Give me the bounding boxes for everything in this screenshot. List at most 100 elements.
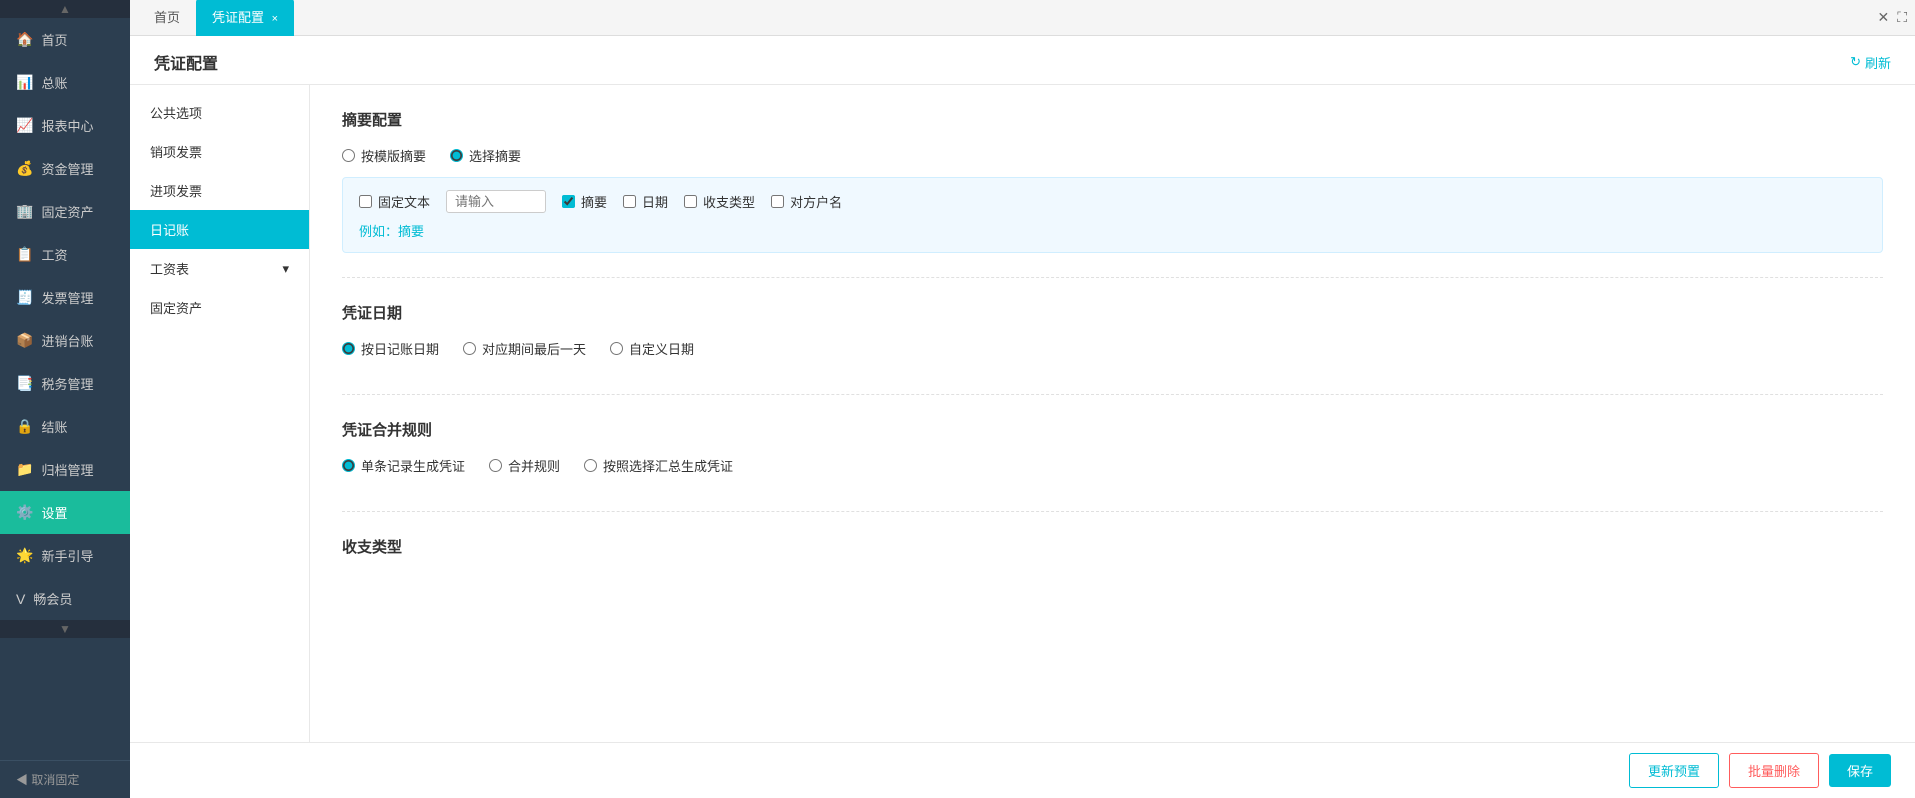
radio-last-day-input[interactable]: [463, 342, 476, 355]
ledger-icon: 📊: [16, 74, 33, 91]
summary-section: 摘要配置 按模版摘要 选择摘要 固定文本: [342, 109, 1883, 278]
example-text: 例如：摘要: [359, 221, 1866, 240]
checkbox-summary-input[interactable]: [562, 195, 575, 208]
member-icon: V: [16, 591, 25, 607]
sidebar-item-fund[interactable]: 💰 资金管理: [0, 147, 130, 190]
radio-single-input[interactable]: [342, 459, 355, 472]
radio-select-merge-input[interactable]: [584, 459, 597, 472]
summary-radio-group: 按模版摘要 选择摘要: [342, 146, 1883, 165]
merge-section: 凭证合并规则 单条记录生成凭证 合并规则 按照选择汇总生成凭证: [342, 419, 1883, 512]
sidebar-scroll-down[interactable]: ▼: [0, 620, 130, 638]
sidebar-item-guide[interactable]: 🌟 新手引导: [0, 534, 130, 577]
sidebar-item-settings[interactable]: ⚙️ 设置: [0, 491, 130, 534]
date-title: 凭证日期: [342, 302, 1883, 323]
checkbox-date[interactable]: 日期: [623, 192, 668, 211]
radio-select-summary-input[interactable]: [450, 149, 463, 162]
tab-close-icon[interactable]: ×: [272, 13, 278, 25]
right-content: 摘要配置 按模版摘要 选择摘要 固定文本: [310, 85, 1915, 742]
sidebar-item-payroll[interactable]: 📋 工资: [0, 233, 130, 276]
checkbox-fixed-text-input[interactable]: [359, 195, 372, 208]
purchase-icon: 📦: [16, 332, 33, 349]
sidebar-item-member[interactable]: V 畅会员: [0, 577, 130, 620]
date-radio-group: 按日记账日期 对应期间最后一天 自定义日期: [342, 339, 1883, 358]
merge-title: 凭证合并规则: [342, 419, 1883, 440]
invoice-icon: 🧾: [16, 289, 33, 306]
sidebar-item-purchase[interactable]: 📦 进销台账: [0, 319, 130, 362]
radio-last-day[interactable]: 对应期间最后一天: [463, 339, 586, 358]
nav-item-sales[interactable]: 销项发票: [130, 132, 309, 171]
archive-icon: 📁: [16, 461, 33, 478]
tab-home[interactable]: 首页: [138, 0, 196, 36]
date-section: 凭证日期 按日记账日期 对应期间最后一天 自定义日期: [342, 302, 1883, 395]
radio-journal-date-input[interactable]: [342, 342, 355, 355]
left-nav: 公共选项 销项发票 进项发票 日记账 工资表 ▾ 固定资产: [130, 85, 310, 742]
nav-item-public[interactable]: 公共选项: [130, 93, 309, 132]
window-close-button[interactable]: ✕: [1877, 9, 1889, 26]
main-area: 首页 凭证配置 × ✕ ⛶ 凭证配置 ↻ 刷新 公共选项 销项发票 进: [130, 0, 1915, 798]
sidebar-scroll-up[interactable]: ▲: [0, 0, 130, 18]
merge-radio-group: 单条记录生成凭证 合并规则 按照选择汇总生成凭证: [342, 456, 1883, 475]
guide-icon: 🌟: [16, 547, 33, 564]
refresh-button[interactable]: ↻ 刷新: [1850, 53, 1891, 72]
settings-icon: ⚙️: [16, 504, 33, 521]
sidebar-item-ledger[interactable]: 📊 总账: [0, 61, 130, 104]
summary-title: 摘要配置: [342, 109, 1883, 130]
fixed-text-input[interactable]: [446, 190, 546, 213]
nav-item-journal[interactable]: 日记账: [130, 210, 309, 249]
radio-by-template[interactable]: 按模版摘要: [342, 146, 426, 165]
chevron-down-icon: ▾: [282, 261, 289, 277]
sidebar: ▲ 🏠 首页 📊 总账 📈 报表中心 💰 资金管理 🏢 固定资产 📋 工资 🧾 …: [0, 0, 130, 798]
sidebar-item-invoice[interactable]: 🧾 发票管理: [0, 276, 130, 319]
radio-by-template-input[interactable]: [342, 149, 355, 162]
sidebar-item-archive[interactable]: 📁 归档管理: [0, 448, 130, 491]
radio-custom-date[interactable]: 自定义日期: [610, 339, 694, 358]
nav-item-purchase[interactable]: 进项发票: [130, 171, 309, 210]
checkbox-date-input[interactable]: [623, 195, 636, 208]
income-type-title: 收支类型: [342, 536, 1883, 557]
radio-merge-rule[interactable]: 合并规则: [489, 456, 560, 475]
close-accounts-icon: 🔒: [16, 418, 33, 435]
save-button[interactable]: 保存: [1829, 754, 1891, 787]
tab-bar-actions: ✕ ⛶: [1877, 9, 1907, 26]
footer-bar: 更新预置 批量删除 保存: [130, 742, 1915, 798]
nav-item-fixed[interactable]: 固定资产: [130, 288, 309, 327]
update-preview-button[interactable]: 更新预置: [1629, 753, 1719, 788]
page-title: 凭证配置: [154, 50, 218, 74]
home-icon: 🏠: [16, 31, 33, 48]
fund-icon: 💰: [16, 160, 33, 177]
tax-icon: 📑: [16, 375, 33, 392]
radio-select-merge[interactable]: 按照选择汇总生成凭证: [584, 456, 733, 475]
checkbox-area: 固定文本 摘要 日期 收支类型: [342, 177, 1883, 253]
tab-bar: 首页 凭证配置 × ✕ ⛶: [130, 0, 1915, 36]
checkbox-income-type-input[interactable]: [684, 195, 697, 208]
income-type-section: 收支类型: [342, 536, 1883, 597]
payroll-icon: 📋: [16, 246, 33, 263]
page-header: 凭证配置 ↻ 刷新: [130, 36, 1915, 85]
content-area: 公共选项 销项发票 进项发票 日记账 工资表 ▾ 固定资产 摘要配置: [130, 85, 1915, 742]
radio-single[interactable]: 单条记录生成凭证: [342, 456, 465, 475]
nav-item-payroll[interactable]: 工资表 ▾: [130, 249, 309, 288]
checkbox-row: 固定文本 摘要 日期 收支类型: [359, 190, 1866, 213]
sidebar-item-home[interactable]: 🏠 首页: [0, 18, 130, 61]
sidebar-item-assets[interactable]: 🏢 固定资产: [0, 190, 130, 233]
checkbox-counterpart[interactable]: 对方户名: [771, 192, 842, 211]
sidebar-item-tax[interactable]: 📑 税务管理: [0, 362, 130, 405]
cancel-pin-button[interactable]: ◀ 取消固定: [0, 760, 130, 798]
window-expand-button[interactable]: ⛶: [1897, 9, 1907, 26]
pin-icon: ◀: [16, 773, 28, 787]
refresh-icon: ↻: [1850, 54, 1861, 70]
checkbox-fixed-text[interactable]: 固定文本: [359, 192, 430, 211]
tab-voucher-config[interactable]: 凭证配置 ×: [196, 0, 294, 36]
report-icon: 📈: [16, 117, 33, 134]
checkbox-summary[interactable]: 摘要: [562, 192, 607, 211]
radio-select-summary[interactable]: 选择摘要: [450, 146, 521, 165]
radio-merge-rule-input[interactable]: [489, 459, 502, 472]
sidebar-item-report[interactable]: 📈 报表中心: [0, 104, 130, 147]
checkbox-income-type[interactable]: 收支类型: [684, 192, 755, 211]
radio-journal-date[interactable]: 按日记账日期: [342, 339, 439, 358]
batch-delete-button[interactable]: 批量删除: [1729, 753, 1819, 788]
radio-custom-date-input[interactable]: [610, 342, 623, 355]
checkbox-counterpart-input[interactable]: [771, 195, 784, 208]
assets-icon: 🏢: [16, 203, 33, 220]
sidebar-item-close[interactable]: 🔒 结账: [0, 405, 130, 448]
